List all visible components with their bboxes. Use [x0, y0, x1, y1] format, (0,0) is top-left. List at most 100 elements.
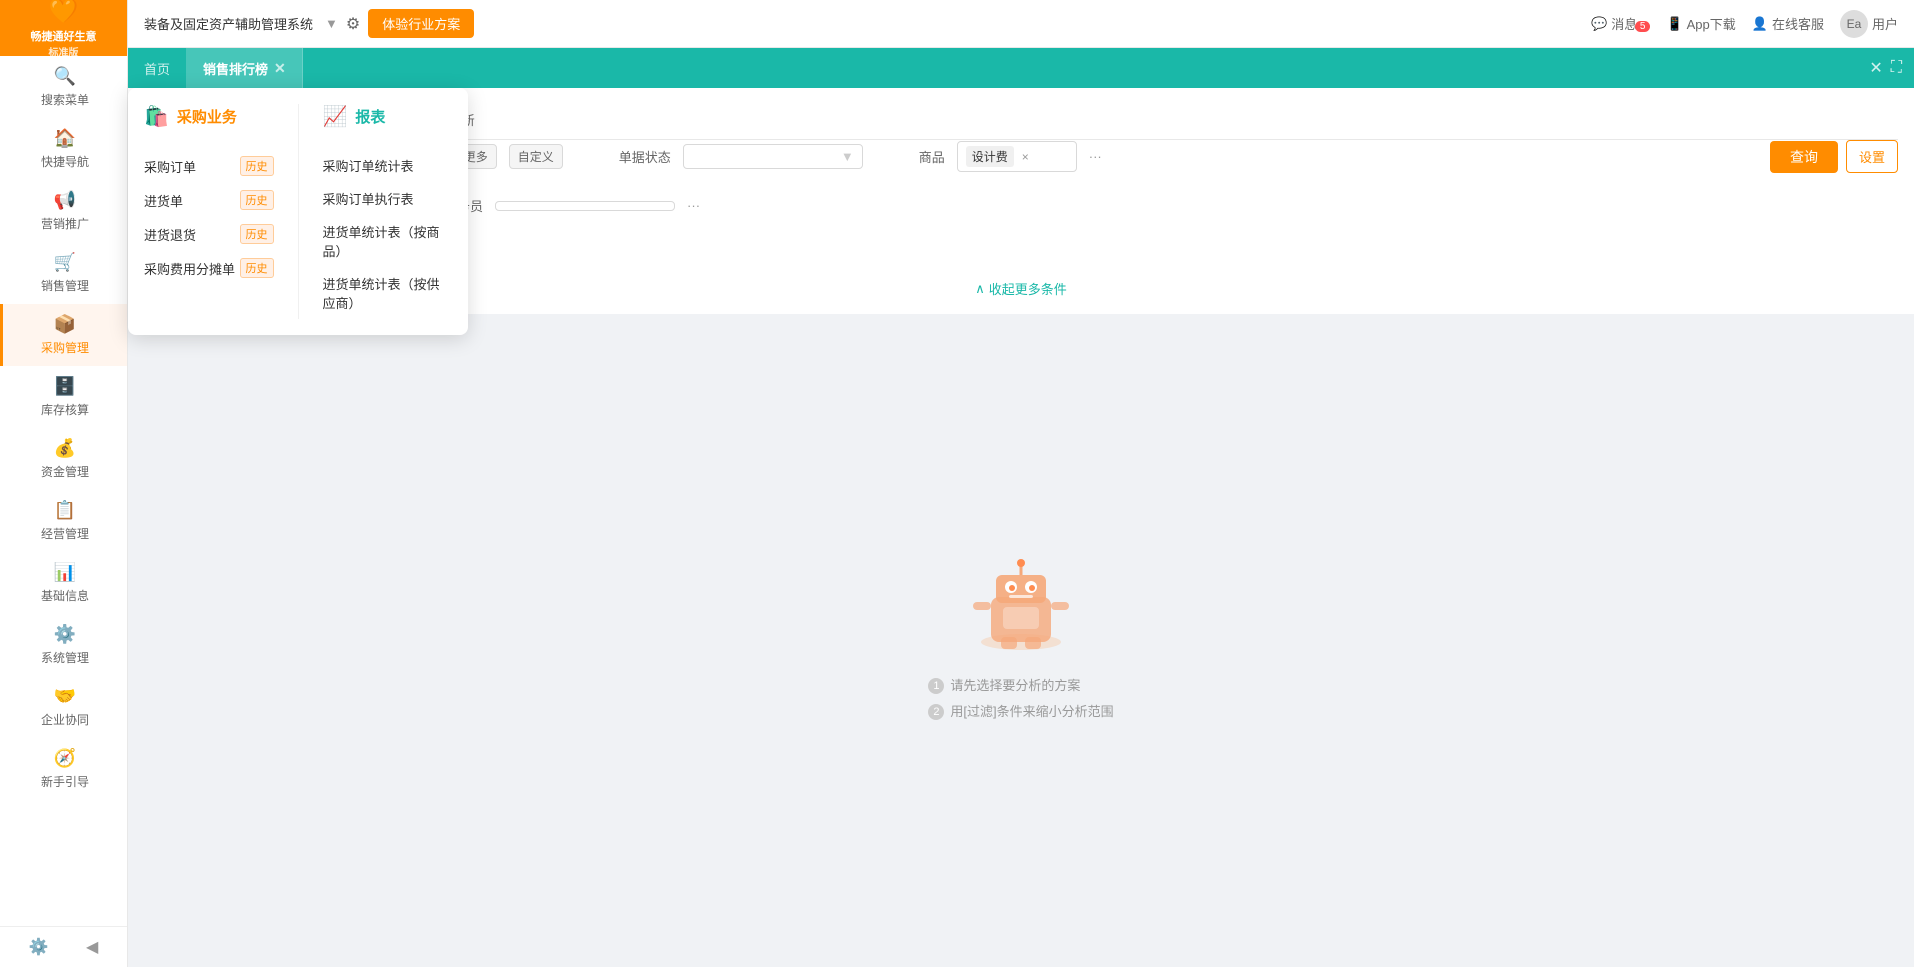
settings-button[interactable]: 设置 — [1846, 140, 1898, 173]
operation-icon: 📋 — [54, 500, 76, 521]
sidebar-label-purchase: 采购管理 — [41, 339, 89, 356]
sidebar: 🧡 畅捷通好生意 标准版 🔍 搜索菜单 🏠 快捷导航 📢 营销推广 🛒 销售管理… — [0, 0, 128, 967]
filter-actions: 查询 设置 — [1770, 140, 1898, 173]
header-right: 💬 消息 5 📱 App下载 👤 在线客服 Ea 用户 — [1591, 10, 1898, 38]
tab-sales-rank-label: 销售排行榜 — [203, 59, 268, 78]
goods-input[interactable]: 设计费 × — [957, 141, 1077, 172]
sidebar-item-inventory[interactable]: 🗄️ 库存核算 — [0, 366, 127, 428]
system-dropdown-icon[interactable]: ▼ — [325, 16, 338, 31]
menu-purchase-title: 采购业务 — [177, 106, 237, 127]
menu-item-purchase-expense-label: 采购费用分摊单 — [144, 259, 235, 278]
sidebar-item-quicknav[interactable]: 🏠 快捷导航 — [0, 118, 127, 180]
online-service-label: 在线客服 — [1772, 14, 1824, 33]
enterprise-icon: 🤝 — [54, 686, 76, 707]
bill-status-label: 单据状态 — [619, 147, 671, 166]
hint-num-1: 1 — [928, 678, 944, 694]
sidebar-label-finance: 资金管理 — [41, 463, 89, 480]
dropdown-menu: 🛍️ 采购业务 采购订单 历史 进货单 历史 进货退货 历史 采购费用分摊单 历… — [128, 88, 468, 335]
menu-item-receipt-stats-goods[interactable]: 进货单统计表（按商品） — [323, 215, 453, 267]
hint-text-1: 请先选择要分析的方案 — [950, 673, 1080, 699]
menu-item-po-exec-label: 采购订单执行表 — [323, 189, 414, 208]
date-shortcut-custom[interactable]: 自定义 — [509, 144, 563, 169]
tab-close-icon[interactable]: ✕ — [274, 60, 286, 77]
finance-icon: 💰 — [54, 438, 76, 459]
menu-item-po-stats[interactable]: 采购订单统计表 — [323, 149, 453, 182]
home-icon: 🏠 — [54, 128, 76, 149]
sidebar-item-sysmanage[interactable]: ⚙️ 系统管理 — [0, 614, 127, 676]
app-download-label: App下载 — [1687, 14, 1736, 33]
service-icon: 👤 — [1752, 16, 1768, 32]
salesperson-select[interactable] — [495, 201, 675, 211]
user-avatar: Ea — [1840, 10, 1868, 38]
purchase-order-badge: 历史 — [240, 156, 274, 176]
sidebar-label-quicknav: 快捷导航 — [41, 153, 89, 170]
sidebar-label-operation: 经营管理 — [41, 525, 89, 542]
hint-num-2: 2 — [928, 704, 944, 720]
sidebar-item-enterprise[interactable]: 🤝 企业协同 — [0, 676, 127, 738]
menu-item-po-exec[interactable]: 采购订单执行表 — [323, 182, 453, 215]
system-title: 装备及固定资产辅助管理系统 — [144, 14, 313, 33]
sidebar-label-basicinfo: 基础信息 — [41, 587, 89, 604]
empty-illustration — [961, 557, 1081, 657]
menu-purchase-column: 🛍️ 采购业务 采购订单 历史 进货单 历史 进货退货 历史 采购费用分摊单 历… — [144, 104, 274, 319]
user-label: 用户 — [1872, 14, 1898, 33]
header-settings-icon[interactable]: ⚙ — [346, 14, 360, 34]
logo-icon: 🧡 — [49, 0, 79, 26]
menu-item-purchase-return[interactable]: 进货退货 历史 — [144, 217, 274, 251]
menu-item-receipt-stats-goods-label: 进货单统计表（按商品） — [323, 222, 453, 260]
goods-tag-close[interactable]: × — [1022, 150, 1029, 164]
sidebar-item-newuser[interactable]: 🧭 新手引导 — [0, 738, 127, 800]
menu-report-header: 📈 报表 — [323, 104, 453, 137]
menu-item-purchase-order-label: 采购订单 — [144, 157, 196, 176]
menu-item-purchase-return-label: 进货退货 — [144, 225, 196, 244]
menu-item-purchase-receipt[interactable]: 进货单 历史 — [144, 183, 274, 217]
messages-item[interactable]: 💬 消息 5 — [1591, 14, 1650, 33]
report-col-icon: 📈 — [323, 104, 348, 129]
sidebar-item-operation[interactable]: 📋 经营管理 — [0, 490, 127, 552]
salesperson-dots[interactable]: ··· — [687, 198, 700, 213]
tab-fullscreen-icon[interactable]: ⛶ — [1891, 59, 1902, 77]
purchase-receipt-badge: 历史 — [240, 190, 274, 210]
collapse-label: 收起更多条件 — [989, 279, 1067, 298]
menu-purchase-header: 🛍️ 采购业务 — [144, 104, 274, 137]
bill-status-select[interactable]: ▼ — [683, 144, 863, 169]
sidebar-label-inventory: 库存核算 — [41, 401, 89, 418]
sidebar-item-basicinfo[interactable]: 📊 基础信息 — [0, 552, 127, 614]
menu-item-receipt-stats-supplier[interactable]: 进货单统计表（按供应商） — [323, 267, 453, 319]
collapse-button[interactable]: ∧ 收起更多条件 — [975, 279, 1067, 298]
sidebar-label-enterprise: 企业协同 — [41, 711, 89, 728]
sidebar-item-purchase[interactable]: 📦 采购管理 — [0, 304, 127, 366]
collapse-chevron-icon: ∧ — [975, 281, 985, 297]
purchase-icon: 📦 — [54, 314, 76, 335]
sidebar-collapse-btn[interactable]: ◀ — [86, 937, 98, 957]
user-item[interactable]: Ea 用户 — [1840, 10, 1898, 38]
app-download-item[interactable]: 📱 App下载 — [1666, 14, 1735, 33]
menu-item-po-stats-label: 采购订单统计表 — [323, 156, 414, 175]
menu-divider — [298, 104, 299, 319]
sidebar-label-sales: 销售管理 — [41, 277, 89, 294]
industry-btn[interactable]: 体验行业方案 — [368, 9, 474, 38]
purchase-col-icon: 🛍️ — [144, 104, 169, 129]
messages-badge: 5 — [1635, 21, 1651, 32]
goods-dots[interactable]: ··· — [1089, 149, 1102, 164]
sidebar-item-search[interactable]: 🔍 搜索菜单 — [0, 56, 127, 118]
tab-close-all-icon[interactable]: ✕ — [1869, 58, 1882, 78]
sidebar-item-sales[interactable]: 🛒 销售管理 — [0, 242, 127, 304]
query-button[interactable]: 查询 — [1770, 141, 1838, 173]
menu-item-purchase-expense[interactable]: 采购费用分摊单 历史 — [144, 251, 274, 285]
tab-home[interactable]: 首页 — [128, 48, 187, 88]
tab-bar: 首页 销售排行榜 ✕ ✕ ⛶ — [128, 48, 1914, 88]
top-header: 装备及固定资产辅助管理系统 ▼ ⚙ 体验行业方案 💬 消息 5 📱 App下载 … — [128, 0, 1914, 48]
sidebar-item-marketing[interactable]: 📢 营销推广 — [0, 180, 127, 242]
sidebar-settings-btn[interactable]: ⚙️ — [29, 937, 49, 957]
messages-label: 消息 — [1611, 17, 1637, 32]
menu-item-purchase-order[interactable]: 采购订单 历史 — [144, 149, 274, 183]
tab-sales-rank[interactable]: 销售排行榜 ✕ — [187, 48, 303, 88]
online-service-item[interactable]: 👤 在线客服 — [1752, 14, 1824, 33]
sidebar-footer: ⚙️ ◀ — [0, 926, 127, 967]
marketing-icon: 📢 — [54, 190, 76, 211]
sidebar-item-finance[interactable]: 💰 资金管理 — [0, 428, 127, 490]
sidebar-nav: 🔍 搜索菜单 🏠 快捷导航 📢 营销推广 🛒 销售管理 📦 采购管理 🗄️ 库存… — [0, 56, 127, 926]
goods-label: 商品 — [919, 147, 945, 166]
hint-text-2: 用[过滤]条件来缩小分析范围 — [950, 699, 1113, 725]
